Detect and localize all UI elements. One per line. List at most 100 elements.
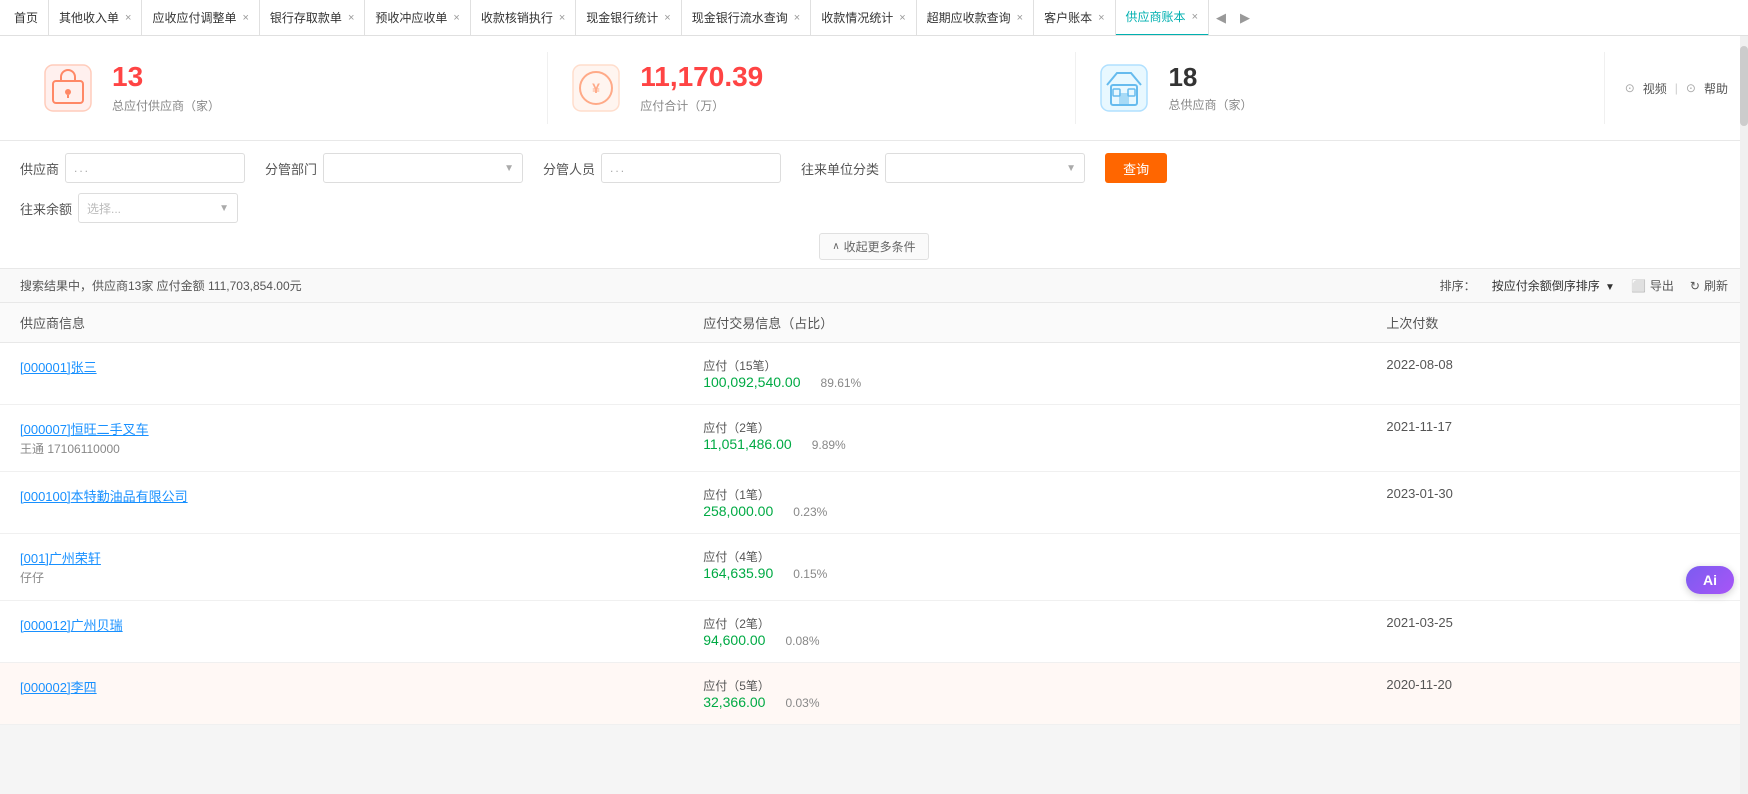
close-icon[interactable]: × [899,12,905,24]
nav-tab-receipt-verify[interactable]: 收款核销执行 × [471,0,576,36]
tx-amount-0[interactable]: 100,092,540.00 [703,374,800,390]
tx-row-2: 258,000.00 0.23% [703,503,1386,519]
supplier-code-3: [001] [20,551,49,566]
supplier-link-1[interactable]: [000007]恒旺二手叉车 [20,419,703,438]
sort-value-text: 按应付余额倒序排序 [1492,279,1600,293]
supplier-name-2: 本特勤油品有限公司 [71,489,188,504]
supplier-link-3[interactable]: [001]广州荣轩 [20,548,703,567]
supplier-code-2: [000100] [20,489,71,504]
collapse-button[interactable]: ∧ 收起更多条件 [819,233,928,260]
supplier-input[interactable]: ... [65,153,245,183]
tx-pct-1: 9.89% [812,438,846,452]
tx-amount-1[interactable]: 11,051,486.00 [703,436,792,452]
tx-info-0: 应付（15笔） 100,092,540.00 89.61% [703,357,1386,390]
tx-amount-3[interactable]: 164,635.90 [703,565,773,581]
close-icon[interactable]: × [1098,12,1104,24]
ai-button[interactable]: Ai [1686,566,1734,594]
search-button[interactable]: 查询 [1105,153,1167,183]
summary-text-card3: 18 总供应商（家） [1168,63,1252,113]
collapse-section: ∧ 收起更多条件 [20,233,1728,260]
refresh-button[interactable]: ↻ 刷新 [1690,277,1728,294]
sort-label: 排序： [1440,277,1476,294]
circle-icon: ⊙ [1625,81,1635,95]
unit-class-select[interactable]: ▼ [885,153,1085,183]
tx-label-4: 应付（2笔） [703,615,1386,632]
supplier-filter-label: 供应商 [20,159,59,178]
filter-area: 供应商 ... 分管部门 ▼ 分管人员 ... 往来单位分类 ▼ [0,141,1748,269]
tx-label-3: 应付（4笔） [703,548,1386,565]
table-row: [000100]本特勤油品有限公司 应付（1笔） 258,000.00 0.23… [0,472,1748,534]
summary-text-card2: 11,170.39 应付合计（万） [640,62,763,114]
close-icon[interactable]: × [348,12,354,24]
tx-pct-2: 0.23% [793,505,827,519]
supplier-link-2[interactable]: [000100]本特勤油品有限公司 [20,486,703,505]
nav-tab-advance-offset[interactable]: 预收冲应收单 × [365,0,470,36]
summary-card-payable-suppliers: 13 总应付供应商（家） [20,52,548,124]
summary-area: 13 总应付供应商（家） ¥ 11,170.39 应付合计（万） [0,36,1748,141]
nav-tab-customer-account[interactable]: 客户账本 × [1034,0,1115,36]
chevron-down-icon: ▼ [504,163,514,174]
close-icon[interactable]: × [559,12,565,24]
scrollbar-thumb[interactable] [1740,46,1748,126]
supplier-info-0: [000001]张三 [20,357,703,376]
close-icon[interactable]: × [125,12,131,24]
nav-tab-overdue-query[interactable]: 超期应收款查询 × [917,0,1034,36]
nav-tab-ap-adjust[interactable]: 应收应付调整单 × [142,0,259,36]
close-icon[interactable]: × [1017,12,1023,24]
tx-amount-2[interactable]: 258,000.00 [703,503,773,519]
close-icon[interactable]: × [1192,11,1198,23]
nav-tab-receipt-stat[interactable]: 收款情况统计 × [811,0,916,36]
result-bar: 搜索结果中，供应商13家 应付金额 111,703,854.00元 排序： 按应… [0,269,1748,303]
chevron-down-icon4: ▼ [1605,282,1615,293]
tx-row-5: 32,366.00 0.03% [703,694,1386,710]
tx-pct-3: 0.15% [793,567,827,581]
balance-select[interactable]: 选择... ▼ [78,193,238,223]
nav-next-arrow[interactable]: ▶ [1233,0,1257,36]
last-pay-4: 2021-03-25 [1386,615,1728,630]
shop-icon [1096,60,1152,116]
supplier-info-2: [000100]本特勤油品有限公司 [20,486,703,505]
tx-amount-5[interactable]: 32,366.00 [703,694,765,710]
close-icon[interactable]: × [242,12,248,24]
card2-label: 应付合计（万） [640,97,763,114]
nav-tab-cash-bank-flow[interactable]: 现金银行流水查询 × [682,0,811,36]
supplier-link-0[interactable]: [000001]张三 [20,357,703,376]
supplier-link-5[interactable]: [000002]李四 [20,677,703,696]
table-row: [000007]恒旺二手叉车 王通 17106110000 应付（2笔） 11,… [0,405,1748,472]
supplier-link-4[interactable]: [000012]广州贝瑞 [20,615,703,634]
close-icon[interactable]: × [664,12,670,24]
nav-tab-supplier-account[interactable]: 供应商账本 × [1116,0,1209,36]
nav-prev-arrow[interactable]: ◀ [1209,0,1233,36]
nav-tab-label: 现金银行流水查询 [692,9,788,26]
close-icon[interactable]: × [453,12,459,24]
nav-tab-home[interactable]: 首页 [4,0,49,36]
export-button[interactable]: ⬜ 导出 [1631,277,1674,294]
nav-tab-bank-deposit[interactable]: 银行存取款单 × [260,0,365,36]
nav-tab-other-income[interactable]: 其他收入单 × [49,0,142,36]
nav-tab-cash-bank-stat[interactable]: 现金银行统计 × [576,0,681,36]
tx-amount-4[interactable]: 94,600.00 [703,632,765,648]
filter-unit-class: 往来单位分类 ▼ [801,153,1085,183]
table-row: [000002]李四 应付（5笔） 32,366.00 0.03% 2020-1… [0,663,1748,725]
dept-select[interactable]: ▼ [323,153,523,183]
filter-person: 分管人员 ... [543,153,781,183]
close-icon[interactable]: × [794,12,800,24]
supplier-code-1: [000007] [20,422,71,437]
nav-tab-label: 现金银行统计 [586,9,658,26]
video-link[interactable]: 视频 [1643,80,1667,97]
balance-placeholder: 选择... [87,200,121,217]
scrollbar[interactable] [1740,36,1748,794]
nav-tab-label: 银行存取款单 [270,9,342,26]
sort-value[interactable]: 按应付余额倒序排序 ▼ [1492,277,1615,294]
summary-card-total-suppliers: 18 总供应商（家） [1076,52,1604,124]
card1-label: 总应付供应商（家） [112,97,220,114]
help-link[interactable]: 帮助 [1704,80,1728,97]
tx-info-2: 应付（1笔） 258,000.00 0.23% [703,486,1386,519]
balance-filter-label: 往来余额 [20,199,72,218]
supplier-info-5: [000002]李四 [20,677,703,696]
last-pay-1: 2021-11-17 [1386,419,1728,434]
supplier-payable-icon [40,60,96,116]
supplier-name-4: 广州贝瑞 [71,618,123,633]
person-input[interactable]: ... [601,153,781,183]
last-pay-5: 2020-11-20 [1386,677,1728,692]
